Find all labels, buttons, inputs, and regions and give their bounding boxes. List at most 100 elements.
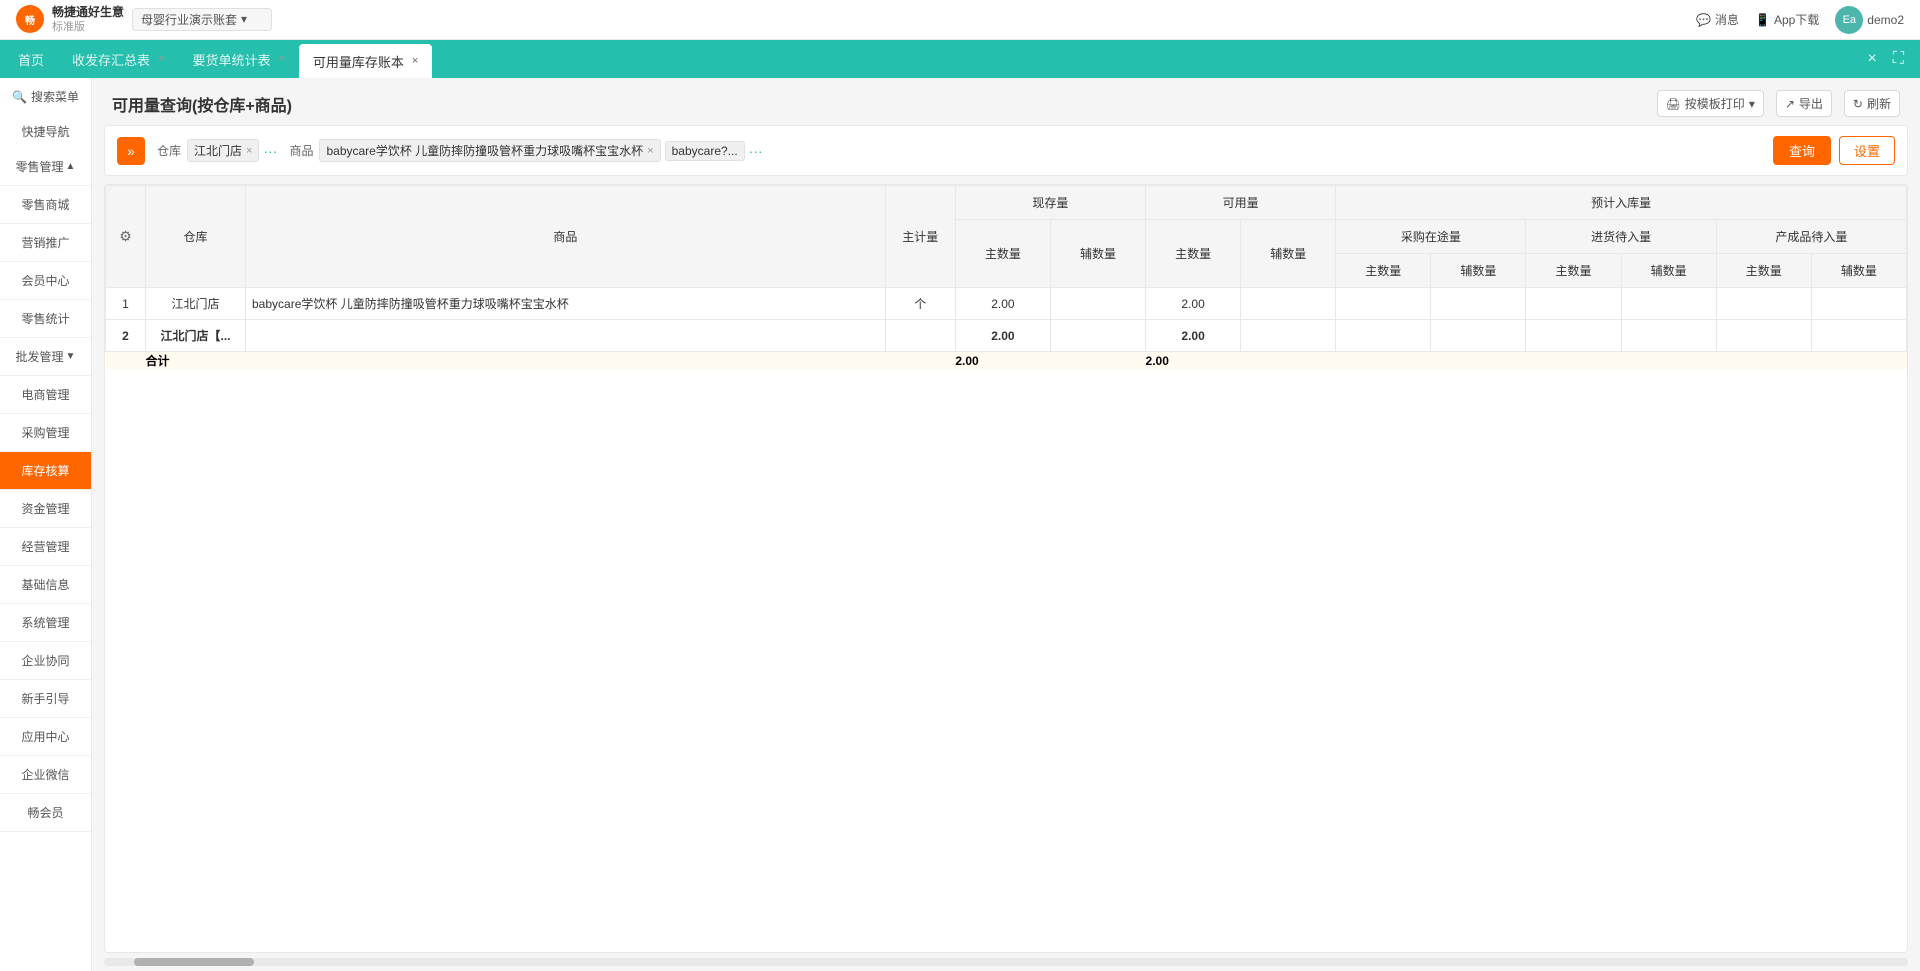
- col-incoming-header: 进货待入量: [1526, 220, 1716, 254]
- sidebar-item-marketing[interactable]: 营销推广: [0, 224, 91, 262]
- col-stock-main-header: 主数量: [955, 220, 1050, 288]
- settings-button[interactable]: 设置: [1839, 136, 1895, 165]
- row-prod-main-1: [1716, 288, 1811, 320]
- refresh-icon: ↻: [1853, 97, 1863, 111]
- footer-label: 合计: [146, 352, 956, 370]
- scroll-track[interactable]: [104, 958, 1908, 966]
- row-stock-aux-2: [1050, 320, 1145, 352]
- scroll-thumb[interactable]: [134, 958, 254, 966]
- col-warehouse-header: 仓库: [146, 186, 246, 288]
- sidebar-item-new-guide[interactable]: 新手引导: [0, 680, 91, 718]
- industry-select[interactable]: 母婴行业演示账套 ▾: [132, 8, 272, 31]
- row-inc-main-2: [1526, 320, 1621, 352]
- warehouse-tag-close[interactable]: ×: [246, 145, 252, 157]
- row-pt-main-1: [1336, 288, 1431, 320]
- top-bar-left: 畅 畅捷通好生意 标准版 母婴行业演示账套 ▾: [16, 5, 272, 35]
- export-button[interactable]: ↗ 导出: [1776, 90, 1832, 117]
- table-row-subtotal: 2 江北门店【... 2.00 2.00: [106, 320, 1907, 352]
- sidebar-item-app-center[interactable]: 应用中心: [0, 718, 91, 756]
- row-inc-aux-1: [1621, 288, 1716, 320]
- quick-nav-item[interactable]: 快捷导航: [0, 115, 91, 148]
- page-header: 可用量查询(按仓库+商品) 🖨 按模板打印 ▾ ↗ 导出 ↻ 刷新: [92, 78, 1920, 125]
- brand-name: 畅捷通好生意: [52, 5, 124, 21]
- sidebar-item-enterprise-collab[interactable]: 企业协同: [0, 642, 91, 680]
- footer-avail-main: 2.00: [1146, 352, 1241, 370]
- tab-close-order-stats[interactable]: ×: [278, 53, 284, 65]
- sidebar-item-finance[interactable]: 资金管理: [0, 490, 91, 528]
- row-stock-main-1: 2.00: [955, 288, 1050, 320]
- row-no-2: 2: [106, 320, 146, 352]
- page-title: 可用量查询(按仓库+商品): [112, 92, 292, 116]
- fullscreen-button[interactable]: ⛶: [1889, 46, 1908, 72]
- col-pt-main-header: 主数量: [1336, 254, 1431, 288]
- warehouse-label: 仓库: [157, 142, 181, 159]
- filter-toggle-button[interactable]: »: [117, 137, 145, 165]
- app-download-button[interactable]: 📱 App下载: [1755, 11, 1819, 28]
- col-avail-aux-header: 辅数量: [1241, 220, 1336, 288]
- row-inc-main-1: [1526, 288, 1621, 320]
- sidebar-item-retail-stats[interactable]: 零售统计: [0, 300, 91, 338]
- col-stock-aux-header: 辅数量: [1050, 220, 1145, 288]
- sidebar-item-operations[interactable]: 经营管理: [0, 528, 91, 566]
- col-inc-aux-header: 辅数量: [1621, 254, 1716, 288]
- sidebar-item-inventory[interactable]: 库存核算: [0, 452, 91, 490]
- product-more-button[interactable]: ···: [749, 143, 763, 159]
- search-menu-item[interactable]: 🔍 搜索菜单: [0, 78, 91, 115]
- sidebar-item-enterprise-wechat[interactable]: 企业微信: [0, 756, 91, 794]
- tab-available-stock[interactable]: 可用量库存账本 ×: [299, 44, 432, 78]
- product-tag-close-1[interactable]: ×: [647, 145, 653, 157]
- row-avail-main-1: 2.00: [1146, 288, 1241, 320]
- sidebar-item-system-mgmt[interactable]: 系统管理: [0, 604, 91, 642]
- tab-order-stats[interactable]: 要货单统计表 ×: [178, 40, 298, 78]
- tab-close-recv-send[interactable]: ×: [158, 53, 164, 65]
- export-icon: ↗: [1785, 97, 1795, 111]
- main-layout: 🔍 搜索菜单 快捷导航 零售管理 ▲ 零售商城 营销推广 会员中心 零售统计 批…: [0, 78, 1920, 971]
- sidebar-item-member-center[interactable]: 会员中心: [0, 262, 91, 300]
- sidebar-item-member[interactable]: 畅会员: [0, 794, 91, 832]
- col-purchase-transit-header: 采购在途量: [1336, 220, 1526, 254]
- product-tag-babycare2: babycare?...: [665, 141, 745, 161]
- bottom-scrollbar[interactable]: [92, 953, 1920, 971]
- footer-avail-aux: [1241, 352, 1336, 370]
- warehouse-more-button[interactable]: ···: [263, 143, 277, 159]
- message-button[interactable]: 💬 消息: [1696, 11, 1739, 28]
- col-product-header: 商品: [246, 186, 886, 288]
- logo-icon: 畅: [16, 5, 44, 33]
- sidebar-item-purchase[interactable]: 采购管理: [0, 414, 91, 452]
- user-profile[interactable]: Ea demo2: [1835, 6, 1904, 34]
- warehouse-tags: 江北门店 × ···: [187, 139, 277, 162]
- sidebar-item-basic-info[interactable]: 基础信息: [0, 566, 91, 604]
- row-avail-aux-1: [1241, 288, 1336, 320]
- warehouse-tag-jiangbei: 江北门店 ×: [187, 139, 259, 162]
- col-pt-aux-header: 辅数量: [1431, 254, 1526, 288]
- filter-actions: 查询 设置: [1773, 136, 1895, 165]
- tab-recv-send[interactable]: 收发存汇总表 ×: [58, 40, 178, 78]
- row-inc-aux-2: [1621, 320, 1716, 352]
- content-area: 可用量查询(按仓库+商品) 🖨 按模板打印 ▾ ↗ 导出 ↻ 刷新: [92, 78, 1920, 971]
- col-prod-aux-header: 辅数量: [1811, 254, 1906, 288]
- message-icon: 💬: [1696, 13, 1711, 27]
- row-product-1: babycare学饮杯 儿童防摔防撞吸管杯重力球吸嘴杯宝宝水杯: [246, 288, 886, 320]
- chevron-down-icon: ▾: [1749, 97, 1755, 111]
- refresh-button[interactable]: ↻ 刷新: [1844, 90, 1900, 117]
- query-button[interactable]: 查询: [1773, 136, 1831, 165]
- close-all-tabs-button[interactable]: ×: [1863, 46, 1880, 72]
- sidebar-item-retail-mall[interactable]: 零售商城: [0, 186, 91, 224]
- row-warehouse-1: 江北门店: [146, 288, 246, 320]
- sidebar: 🔍 搜索菜单 快捷导航 零售管理 ▲ 零售商城 营销推广 会员中心 零售统计 批…: [0, 78, 92, 971]
- product-tags: babycare学饮杯 儿童防摔防撞吸管杯重力球吸嘴杯宝宝水杯 × babyca…: [319, 139, 762, 162]
- row-pt-main-2: [1336, 320, 1431, 352]
- row-stock-aux-1: [1050, 288, 1145, 320]
- data-table: ⚙ 仓库 商品 主计量 现存量 可用量 预计入库量 主数量 辅数量 主数量 辅数…: [105, 185, 1907, 369]
- col-settings: ⚙: [106, 186, 146, 288]
- footer-empty-1: [106, 352, 146, 370]
- product-label: 商品: [289, 142, 313, 159]
- column-settings-icon[interactable]: ⚙: [116, 227, 136, 247]
- sidebar-item-retail-mgmt[interactable]: 零售管理 ▲: [0, 148, 91, 186]
- footer-stock-aux: [1050, 352, 1145, 370]
- sidebar-item-ecommerce[interactable]: 电商管理: [0, 376, 91, 414]
- tab-home[interactable]: 首页: [4, 40, 58, 78]
- tab-close-available-stock[interactable]: ×: [412, 55, 418, 67]
- print-template-button[interactable]: 🖨 按模板打印 ▾: [1657, 90, 1764, 117]
- sidebar-item-wholesale[interactable]: 批发管理 ▼: [0, 338, 91, 376]
